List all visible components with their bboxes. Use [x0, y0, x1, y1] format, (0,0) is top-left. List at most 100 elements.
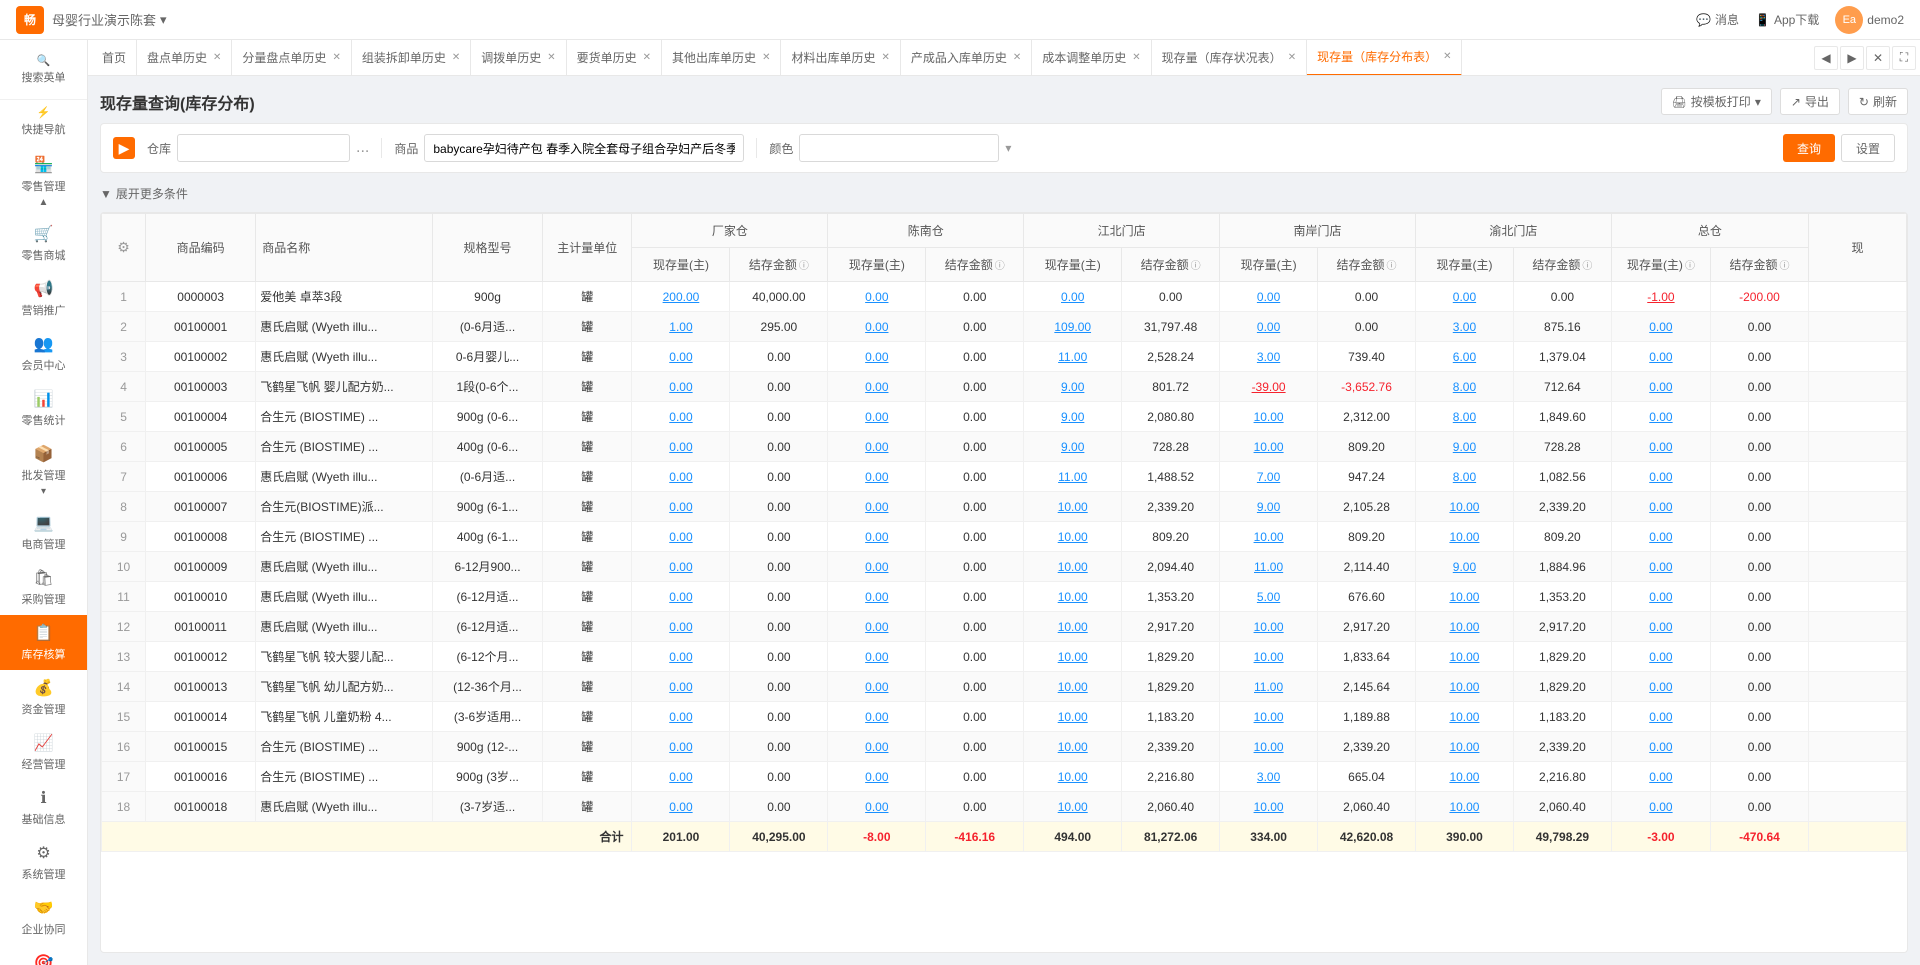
table-wrapper[interactable]: ⚙ 商品编码 商品名称 规格型号 主计量单位 厂家仓 陈南仓 江北门店 南岸门店… — [101, 213, 1907, 952]
tab-transfer[interactable]: 调拨单历史 ✕ — [471, 40, 566, 76]
row-unit: 罐 — [543, 432, 632, 462]
row-code: 00100013 — [146, 672, 256, 702]
tab-close-icon[interactable]: ✕ — [547, 52, 555, 63]
table-settings-icon[interactable]: ⚙ — [117, 239, 130, 255]
warehouse-ellipsis[interactable]: ... — [356, 139, 369, 157]
row-extra — [1808, 792, 1906, 822]
tab-close-icon[interactable]: ✕ — [643, 52, 651, 63]
th-chennan: 陈南仓 — [828, 214, 1024, 248]
product-input[interactable] — [424, 134, 744, 162]
tab-close-active-icon[interactable]: ✕ — [1443, 51, 1451, 62]
tab-close-icon[interactable]: ✕ — [762, 52, 770, 63]
tab-prev-btn[interactable]: ◀ — [1814, 46, 1838, 70]
tab-order[interactable]: 要货单历史 ✕ — [567, 40, 662, 76]
tab-close-icon[interactable]: ✕ — [1132, 52, 1140, 63]
sidebar-item-label: 营销推广 — [22, 302, 66, 318]
tab-close-icon[interactable]: ✕ — [881, 52, 889, 63]
tab-fullscreen-btn[interactable]: ⛶ — [1892, 46, 1916, 70]
row-factory-amt: 0.00 — [730, 642, 828, 672]
row-num: 2 — [102, 312, 146, 342]
sidebar-item-system[interactable]: ⚙ 系统管理 — [0, 835, 87, 890]
tab-next-btn[interactable]: ▶ — [1840, 46, 1864, 70]
app-download-btn[interactable]: 📱 App下载 — [1755, 11, 1819, 28]
row-total-stock: 0.00 — [1611, 342, 1710, 372]
company-select[interactable]: 母婴行业演示陈套 ▾ — [52, 10, 167, 29]
tab-material-outbound[interactable]: 材料出库单历史 ✕ — [781, 40, 900, 76]
row-nanan-stock: 10.00 — [1220, 432, 1318, 462]
user-area[interactable]: Ea demo2 — [1835, 6, 1904, 34]
sidebar-item-label: 零售统计 — [22, 412, 66, 428]
row-num: 7 — [102, 462, 146, 492]
sidebar-item-operation[interactable]: 📈 经营管理 — [0, 725, 87, 780]
row-num: 8 — [102, 492, 146, 522]
sidebar-item-retail-stat[interactable]: 📊 零售统计 — [0, 381, 87, 436]
message-btn[interactable]: 💬 消息 — [1696, 11, 1739, 28]
tab-stock-dist[interactable]: 现存量（库存分布表） ✕ — [1307, 40, 1462, 76]
sidebar-item-retail-mgmt[interactable]: 🏪 零售管理 ▲ — [0, 147, 87, 216]
row-yubei-stock: 6.00 — [1415, 342, 1513, 372]
sidebar-item-member[interactable]: 👥 会员中心 — [0, 326, 87, 381]
row-factory-stock: 0.00 — [632, 402, 730, 432]
sidebar-item-wholesale[interactable]: 📦 批发管理 ▾ — [0, 436, 87, 505]
row-code: 00100001 — [146, 312, 256, 342]
quick-nav-btn[interactable]: ⚡ 快捷导航 — [0, 100, 87, 143]
row-code: 00100006 — [146, 462, 256, 492]
row-jiangbei-amt: 1,829.20 — [1122, 672, 1220, 702]
row-chennan-amt: 0.00 — [926, 462, 1024, 492]
tab-close-icon[interactable]: ✕ — [1288, 52, 1296, 63]
color-input[interactable] — [799, 134, 999, 162]
th-yubei-stock: 现存量(主) — [1415, 248, 1513, 282]
page-title: 现存量查询(库存分布) — [100, 90, 255, 114]
sidebar-item-retail-mall[interactable]: 🛒 零售商城 — [0, 216, 87, 271]
tab-close-icon[interactable]: ✕ — [452, 52, 460, 63]
row-total-amt: 0.00 — [1711, 702, 1809, 732]
tab-cost-adjust[interactable]: 成本调整单历史 ✕ — [1032, 40, 1151, 76]
tab-close-icon[interactable]: ✕ — [213, 52, 221, 63]
print-btn[interactable]: 🖨 按模板打印 ▾ — [1661, 88, 1772, 115]
tab-product-inbound[interactable]: 产成品入库单历史 ✕ — [901, 40, 1032, 76]
row-nanan-stock: 10.00 — [1220, 792, 1318, 822]
retail-icon: 🏪 — [34, 155, 54, 175]
expand-more-btn[interactable]: ▼ 展开更多条件 — [100, 185, 1908, 202]
tab-assembly[interactable]: 组装拆卸单历史 ✕ — [352, 40, 471, 76]
warehouse-input[interactable] — [177, 134, 350, 162]
th-factory: 厂家仓 — [632, 214, 828, 248]
row-yubei-stock: 3.00 — [1415, 312, 1513, 342]
sidebar-item-inventory[interactable]: 📋 库存核算 — [0, 615, 87, 670]
row-factory-amt: 0.00 — [730, 462, 828, 492]
setting-btn[interactable]: 设置 — [1841, 134, 1895, 162]
color-dropdown-icon[interactable]: ▾ — [1005, 141, 1011, 155]
tab-close-all-btn[interactable]: ✕ — [1866, 46, 1890, 70]
tab-partial-inventory[interactable]: 分量盘点单历史 ✕ — [232, 40, 351, 76]
tab-home[interactable]: 首页 — [92, 40, 137, 76]
row-code: 00100018 — [146, 792, 256, 822]
tab-stock-status[interactable]: 现存量（库存状况表） ✕ — [1152, 40, 1307, 76]
export-btn[interactable]: ↗ 导出 — [1780, 88, 1840, 115]
row-yubei-amt: 1,082.56 — [1513, 462, 1611, 492]
query-btn[interactable]: 查询 — [1783, 134, 1835, 162]
color-field: 颜色 ▾ — [769, 134, 1011, 162]
row-total-stock: 0.00 — [1611, 312, 1710, 342]
sidebar-item-collab[interactable]: 🤝 企业协同 — [0, 890, 87, 945]
sidebar-item-basic-info[interactable]: ℹ 基础信息 — [0, 780, 87, 835]
sidebar-item-purchase[interactable]: 🛍 采购管理 — [0, 560, 87, 615]
sidebar-item-label: 库存核算 — [22, 646, 66, 662]
tab-other-outbound[interactable]: 其他出库单历史 ✕ — [662, 40, 781, 76]
search-expand-btn[interactable]: ▶ — [113, 137, 135, 159]
sidebar-item-ecommerce[interactable]: 💻 电商管理 — [0, 505, 87, 560]
search-english-btn[interactable]: 🔍 搜索英单 — [6, 48, 81, 91]
table-row: 5 00100004 合生元 (BIOSTIME) ... 900g (0-6.… — [102, 402, 1907, 432]
row-jiangbei-stock: 109.00 — [1024, 312, 1122, 342]
refresh-btn[interactable]: ↻ 刷新 — [1848, 88, 1908, 115]
tab-close-icon[interactable]: ✕ — [332, 52, 340, 63]
tab-close-icon[interactable]: ✕ — [1013, 52, 1021, 63]
inventory-table: ⚙ 商品编码 商品名称 规格型号 主计量单位 厂家仓 陈南仓 江北门店 南岸门店… — [101, 213, 1907, 852]
sidebar-item-marketing[interactable]: 📢 营销推广 — [0, 271, 87, 326]
tab-inventory-check[interactable]: 盘点单历史 ✕ — [137, 40, 232, 76]
row-code: 00100008 — [146, 522, 256, 552]
row-total-amt: 0.00 — [1711, 582, 1809, 612]
sidebar-item-guide[interactable]: 🎯 新手引导 — [0, 945, 87, 965]
row-unit: 罐 — [543, 492, 632, 522]
sidebar-item-finance[interactable]: 💰 资金管理 — [0, 670, 87, 725]
row-spec: 6-12月900... — [432, 552, 542, 582]
